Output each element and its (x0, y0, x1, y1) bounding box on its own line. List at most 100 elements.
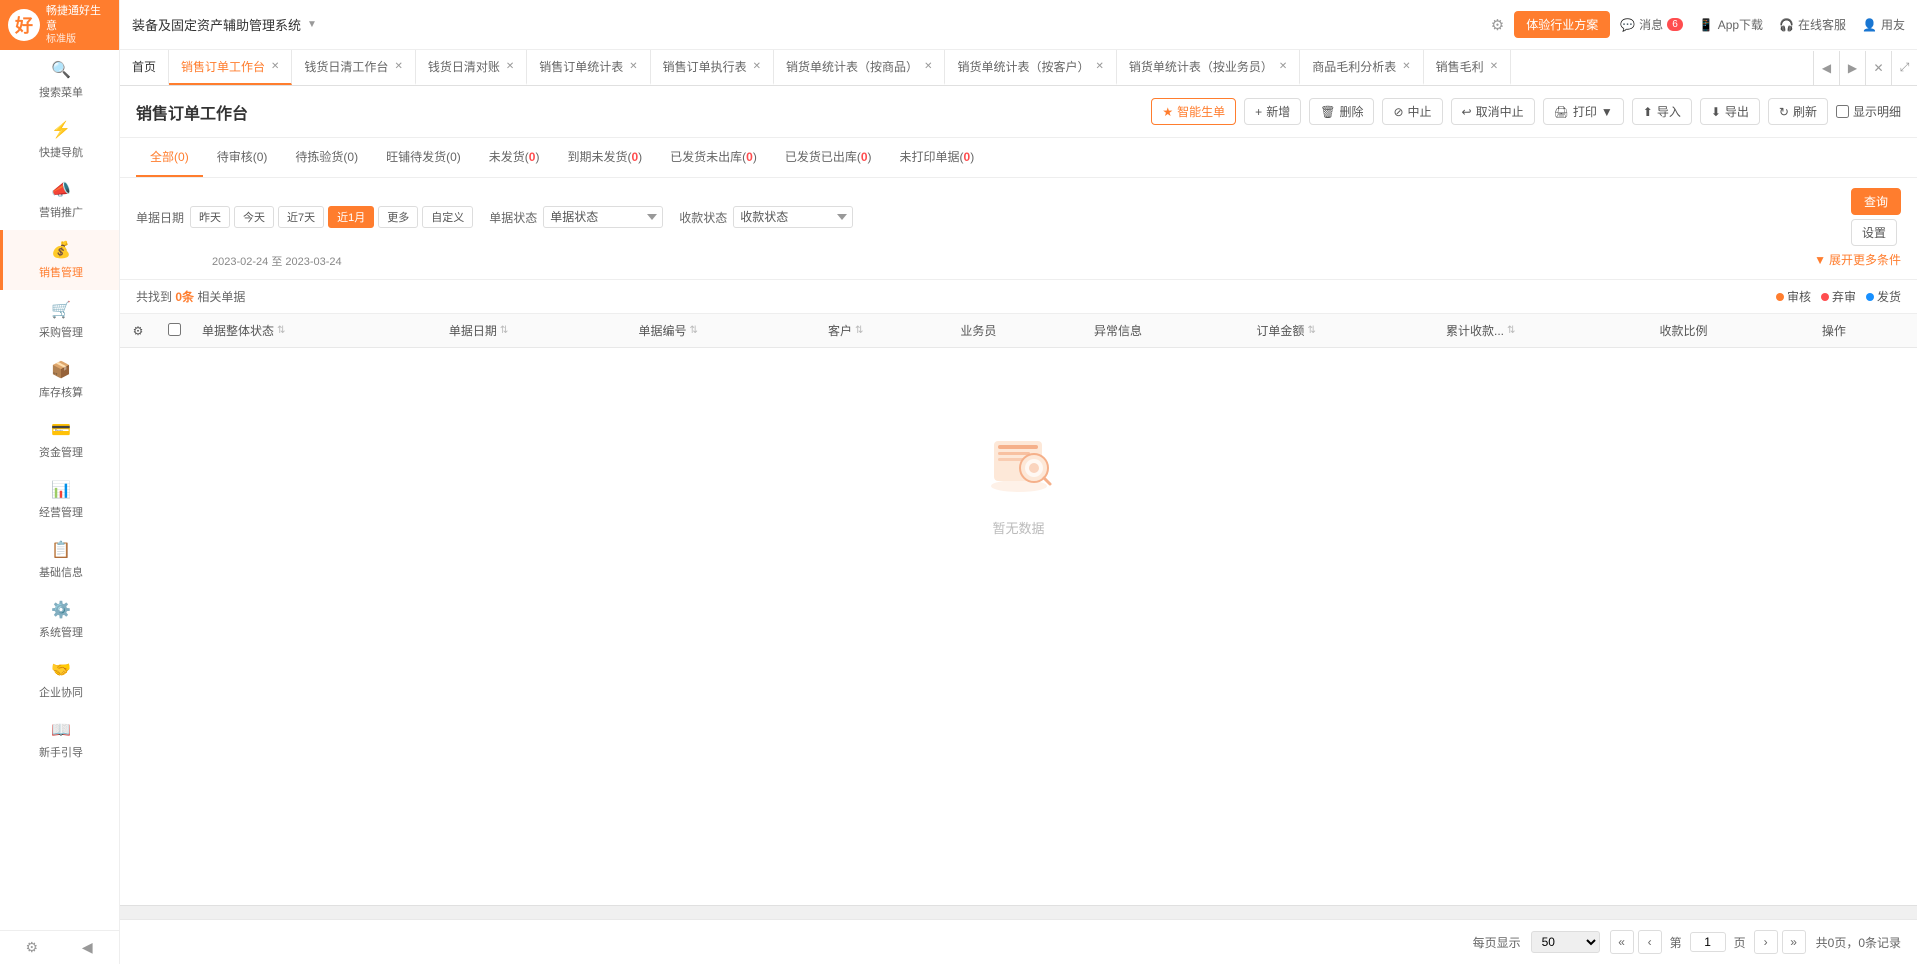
stop-btn[interactable]: ⊘ 中止 (1382, 98, 1442, 125)
page-last-btn[interactable]: » (1782, 930, 1806, 954)
page-input[interactable] (1690, 932, 1726, 952)
sidebar-item-marketing[interactable]: 📣 营销推广 (0, 170, 119, 230)
show-detail-checkbox[interactable] (1836, 105, 1849, 118)
sidebar-item-finance[interactable]: 💳 资金管理 (0, 410, 119, 470)
filter-tab-6[interactable]: 已发货未出库(0) (656, 138, 771, 177)
filter-tab-5[interactable]: 到期未发货(0) (553, 138, 656, 177)
tab-close-5[interactable]: ✕ (753, 61, 761, 72)
tab-2[interactable]: 钱货日清工作台✕ (292, 50, 415, 85)
add-btn[interactable]: + 新增 (1244, 98, 1301, 125)
nav-label-purchase: 采购管理 (39, 324, 83, 340)
filter-tab-2[interactable]: 待拣验货(0) (281, 138, 372, 177)
cancel-audit-btn[interactable]: 弃审 (1821, 288, 1856, 305)
sort-collected[interactable]: 累计收款...⇅ (1446, 322, 1639, 339)
tab-close-6[interactable]: ✕ (924, 61, 932, 72)
import-btn[interactable]: ⬆ 导入 (1632, 98, 1692, 125)
date-btn-3[interactable]: 近1月 (328, 206, 374, 228)
online-service-btn[interactable]: 🎧 在线客服 (1779, 16, 1846, 33)
audit-btn[interactable]: 审核 (1776, 288, 1811, 305)
page-next-btn[interactable]: › (1754, 930, 1778, 954)
page-first-btn[interactable]: « (1610, 930, 1634, 954)
query-btn[interactable]: 查询 (1851, 188, 1901, 215)
tab-close-9[interactable]: ✕ (1402, 61, 1410, 72)
col-setting[interactable]: ⚙ (120, 314, 156, 348)
topbar-gear-icon[interactable]: ⚙ (1491, 16, 1504, 34)
filter-tab-8[interactable]: 未打印单据(0) (886, 138, 989, 177)
message-btn[interactable]: 💬 消息 6 (1620, 16, 1683, 33)
setting-icon[interactable]: ⚙ (133, 324, 144, 338)
print-btn[interactable]: 🖨 打印 ▼ (1543, 98, 1624, 125)
sort-customer[interactable]: 客户⇅ (828, 322, 940, 339)
sidebar-item-operation[interactable]: 📊 经营管理 (0, 470, 119, 530)
filter-tab-7[interactable]: 已发货已出库(0) (771, 138, 886, 177)
show-detail-label[interactable]: 显示明细 (1836, 103, 1901, 120)
tab-5[interactable]: 销售订单执行表✕ (651, 50, 774, 85)
tab-1[interactable]: 销售订单工作台✕ (169, 50, 292, 85)
tab-maximize-btn[interactable]: ⤢ (1891, 51, 1917, 85)
tab-4[interactable]: 销售订单统计表✕ (527, 50, 650, 85)
sidebar-item-basic[interactable]: 📋 基础信息 (0, 530, 119, 590)
select-all-checkbox[interactable] (168, 323, 181, 336)
date-btn-5[interactable]: 自定义 (422, 206, 473, 228)
delete-btn[interactable]: 🗑 删除 (1309, 98, 1374, 125)
status-select[interactable]: 单据状态 (543, 206, 663, 228)
filter-tab-1[interactable]: 待审核(0) (203, 138, 282, 177)
sidebar-item-sales[interactable]: 💰 销售管理 (0, 230, 119, 290)
industry-btn[interactable]: 体验行业方案 (1514, 11, 1610, 38)
refresh-btn[interactable]: ↻ 刷新 (1768, 98, 1828, 125)
sort-number[interactable]: 单据编号⇅ (638, 322, 808, 339)
tab-close-all-btn[interactable]: ✕ (1865, 51, 1891, 85)
user-menu-btn[interactable]: 👤 用友 (1862, 16, 1905, 33)
ship-btn[interactable]: 发货 (1866, 288, 1901, 305)
sidebar-item-inventory[interactable]: 📦 库存核算 (0, 350, 119, 410)
sidebar-item-purchase[interactable]: 🛒 采购管理 (0, 290, 119, 350)
sidebar-item-system[interactable]: ⚙️ 系统管理 (0, 590, 119, 650)
date-btn-2[interactable]: 近7天 (278, 206, 324, 228)
tab-3[interactable]: 钱货日清对账✕ (416, 50, 527, 85)
export-btn[interactable]: ⬇ 导出 (1700, 98, 1760, 125)
sort-date[interactable]: 单据日期⇅ (449, 322, 619, 339)
sidebar-item-guide[interactable]: 📖 新手引导 (0, 710, 119, 770)
sidebar-item-quick[interactable]: ⚡ 快捷导航 (0, 110, 119, 170)
date-btn-1[interactable]: 今天 (234, 206, 274, 228)
tab-7[interactable]: 销货单统计表（按客户）✕ (945, 50, 1116, 85)
filter-tab-0[interactable]: 全部(0) (136, 138, 203, 177)
tab-close-7[interactable]: ✕ (1095, 61, 1103, 72)
smart-create-btn[interactable]: ★ 智能生单 (1151, 98, 1236, 125)
horizontal-scrollbar[interactable] (120, 905, 1917, 919)
tab-close-2[interactable]: ✕ (394, 61, 402, 72)
setting-btn[interactable]: 设置 (1851, 219, 1897, 246)
sidebar-item-search[interactable]: 🔍 搜索菜单 (0, 50, 119, 110)
filter-tab-3[interactable]: 旺铺待发货(0) (372, 138, 475, 177)
tab-close-3[interactable]: ✕ (506, 61, 514, 72)
expand-btn[interactable]: ▼ 展开更多条件 (1814, 251, 1901, 268)
tab-next-btn[interactable]: ▶ (1839, 51, 1865, 85)
sort-salesman[interactable]: 业务员 (960, 322, 1074, 339)
date-btn-4[interactable]: 更多 (378, 206, 418, 228)
tab-prev-btn[interactable]: ◀ (1813, 51, 1839, 85)
tab-close-10[interactable]: ✕ (1490, 61, 1498, 72)
sort-abnormal[interactable]: 异常信息 (1094, 322, 1236, 339)
collapse-icon[interactable]: ◀ (64, 939, 112, 956)
tab-10[interactable]: 销售毛利✕ (1424, 50, 1511, 85)
tab-6[interactable]: 销货单统计表（按商品）✕ (774, 50, 945, 85)
tab-8[interactable]: 销货单统计表（按业务员）✕ (1117, 50, 1300, 85)
app-download-btn[interactable]: 📱 App下载 (1699, 16, 1763, 33)
page-prev-btn[interactable]: ‹ (1638, 930, 1662, 954)
sidebar-item-collab[interactable]: 🤝 企业协同 (0, 650, 119, 710)
tab-close-8[interactable]: ✕ (1279, 61, 1287, 72)
settings-icon[interactable]: ⚙ (8, 939, 56, 956)
cancel-stop-btn[interactable]: ↩ 取消中止 (1451, 98, 1535, 125)
tab-close-1[interactable]: ✕ (271, 61, 279, 72)
col-checkbox[interactable] (156, 314, 192, 348)
filter-tab-4[interactable]: 未发货(0) (475, 138, 554, 177)
title-dropdown-arrow[interactable]: ▼ (307, 19, 317, 30)
per-page-select[interactable]: 50 10 20 100 (1531, 931, 1600, 953)
sort-amount[interactable]: 订单金额⇅ (1256, 322, 1426, 339)
sort-status[interactable]: 单据整体状态⇅ (202, 322, 429, 339)
tab-close-4[interactable]: ✕ (629, 61, 637, 72)
tab-0[interactable]: 首页 (120, 50, 169, 85)
tab-9[interactable]: 商品毛利分析表✕ (1300, 50, 1423, 85)
payment-select[interactable]: 收款状态 (733, 206, 853, 228)
date-btn-0[interactable]: 昨天 (190, 206, 230, 228)
